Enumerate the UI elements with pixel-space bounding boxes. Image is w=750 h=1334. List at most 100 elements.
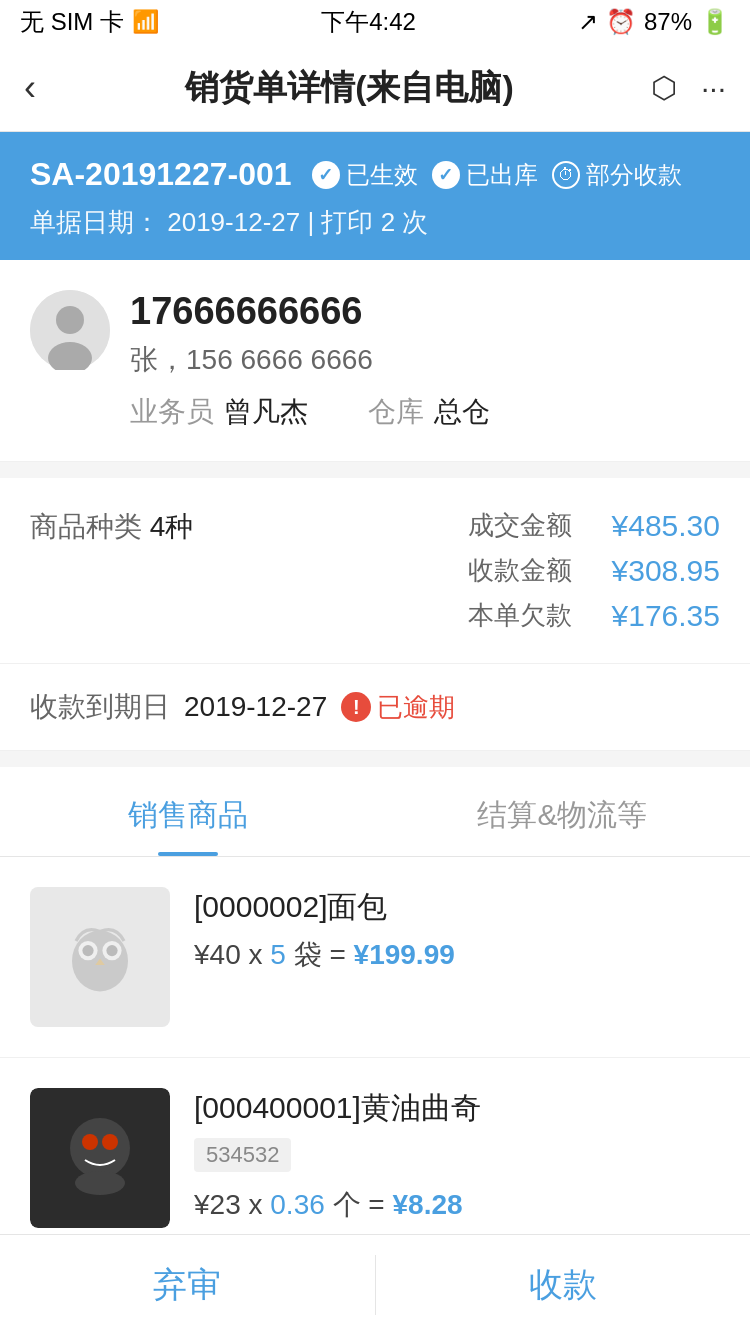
back-button[interactable]: ‹ [24, 70, 48, 106]
total-2: ¥8.28 [392, 1189, 462, 1220]
section-gap [0, 751, 750, 767]
print-unit: 次 [402, 207, 428, 237]
cancel-button[interactable]: 弃审 [0, 1235, 375, 1334]
product-sku-2: 534532 [194, 1138, 291, 1172]
list-item: [000400001]黄油曲奇 534532 ¥23 x 0.36 个 = ¥8… [0, 1058, 750, 1259]
tabs-row: 销售商品 结算&物流等 [0, 767, 750, 856]
battery-icon: 🔋 [700, 8, 730, 36]
category-label: 商品种类 [30, 511, 142, 542]
received-label: 收款金额 [468, 553, 572, 588]
customer-avatar [30, 290, 110, 370]
status-shipped-label: 已出库 [466, 159, 538, 191]
svg-point-6 [82, 945, 93, 956]
check-icon-shipped: ✓ [432, 161, 460, 189]
customer-section: 17666666666 张，156 6666 6666 业务员 曾凡杰 仓库 总… [0, 260, 750, 462]
status-bar: 无 SIM 卡 📶 下午4:42 ↗ ⏰ 87% 🔋 [0, 0, 750, 44]
unit-1: 袋 [294, 939, 322, 970]
tabs-section: 销售商品 结算&物流等 [0, 767, 750, 857]
status-tags: ✓ 已生效 ✓ 已出库 ⏱ 部分收款 [312, 159, 682, 191]
owed-value: ¥176.35 [612, 599, 720, 633]
banner-date: 单据日期： 2019-12-27 | 打印 2 次 [30, 205, 720, 240]
equals-1: = [329, 939, 353, 970]
customer-phone: 17666666666 [130, 290, 720, 333]
qty-1: 5 [270, 939, 286, 970]
product-info-2: [000400001]黄油曲奇 534532 ¥23 x 0.36 个 = ¥8… [194, 1088, 720, 1224]
list-item: 鱼+ [0000002]面包 ¥40 x 5 袋 = ¥199.99 [0, 857, 750, 1058]
svg-text:鱼+: 鱼+ [91, 979, 109, 991]
share-icon[interactable]: ⬡ [651, 70, 677, 105]
product-image-2 [30, 1088, 170, 1228]
due-section: 收款到期日 2019-12-27 ! 已逾期 [0, 664, 750, 751]
carrier-text: 无 SIM 卡 [20, 6, 124, 38]
confirm-button[interactable]: 收款 [376, 1235, 751, 1334]
unit-price-1: ¥40 [194, 939, 241, 970]
product-name-1: [0000002]面包 [194, 887, 720, 928]
clock-icon: ⏱ [552, 161, 580, 189]
order-date: 2019-12-27 [167, 207, 300, 237]
svg-point-12 [75, 1171, 125, 1195]
date-label: 单据日期： [30, 207, 160, 237]
more-icon[interactable]: ··· [701, 71, 726, 105]
page-title: 销货单详情(来自电脑) [48, 65, 651, 111]
product-price-1: ¥40 x 5 袋 = ¥199.99 [194, 936, 720, 974]
summary-section: 商品种类 4种 成交金额 ¥485.30 收款金额 ¥308.95 本单欠款 ¥… [0, 478, 750, 664]
deal-amount-label: 成交金额 [468, 508, 572, 543]
status-effective-label: 已生效 [346, 159, 418, 191]
svg-point-13 [82, 1134, 98, 1150]
print-label: 打印 [321, 207, 373, 237]
product-image-1: 鱼+ [30, 887, 170, 1027]
tab-sales[interactable]: 销售商品 [0, 767, 375, 856]
warehouse-label: 仓库 [368, 393, 424, 431]
received-value: ¥308.95 [612, 554, 720, 588]
summary-right: 成交金额 ¥485.30 收款金额 ¥308.95 本单欠款 ¥176.35 [468, 508, 720, 633]
wifi-icon: 📶 [132, 9, 159, 35]
location-icon: ↗ [578, 8, 598, 36]
status-time: 下午4:42 [321, 6, 416, 38]
battery-text: 87% [644, 8, 692, 36]
nav-bar: ‹ 销货单详情(来自电脑) ⬡ ··· [0, 44, 750, 132]
due-date: 2019-12-27 [184, 691, 327, 723]
status-left: 无 SIM 卡 📶 [20, 6, 159, 38]
alarm-icon: ⏰ [606, 8, 636, 36]
warehouse-value: 总仓 [434, 393, 490, 431]
tab-settlement[interactable]: 结算&物流等 [375, 767, 750, 856]
due-label: 收款到期日 [30, 688, 170, 726]
overdue-badge: ! 已逾期 [341, 690, 455, 725]
status-right: ↗ ⏰ 87% 🔋 [578, 8, 730, 36]
salesperson-value: 曾凡杰 [224, 393, 308, 431]
unit-price-2: ¥23 [194, 1189, 241, 1220]
status-partial: ⏱ 部分收款 [552, 159, 682, 191]
status-partial-label: 部分收款 [586, 159, 682, 191]
product-owl-image: 鱼+ [30, 887, 170, 1027]
category-count: 4种 [150, 511, 194, 542]
bottom-bar: 弃审 收款 [0, 1234, 750, 1334]
customer-info: 17666666666 张，156 6666 6666 业务员 曾凡杰 仓库 总… [130, 290, 720, 431]
order-number: SA-20191227-001 [30, 156, 292, 193]
multiply-1: x [249, 939, 271, 970]
product-image-svg [40, 1098, 160, 1218]
print-count: 2 [381, 207, 395, 237]
received-amount-row: 收款金额 ¥308.95 [468, 553, 720, 588]
separator: | [307, 207, 321, 237]
product-info-1: [0000002]面包 ¥40 x 5 袋 = ¥199.99 [194, 887, 720, 974]
overdue-text: 已逾期 [377, 690, 455, 725]
svg-point-11 [70, 1118, 130, 1178]
deal-amount-row: 成交金额 ¥485.30 [468, 508, 720, 543]
unit-2: 个 [333, 1189, 361, 1220]
owl-icon: 鱼+ [60, 917, 140, 997]
salesperson-label: 业务员 [130, 393, 214, 431]
product-price-2: ¥23 x 0.36 个 = ¥8.28 [194, 1186, 720, 1224]
salesperson-item: 业务员 曾凡杰 [130, 393, 308, 431]
products-section: 鱼+ [0000002]面包 ¥40 x 5 袋 = ¥199.99 [0, 857, 750, 1259]
nav-actions: ⬡ ··· [651, 70, 726, 105]
customer-name: 张，156 6666 6666 [130, 341, 720, 379]
customer-meta: 业务员 曾凡杰 仓库 总仓 [130, 393, 720, 431]
deal-amount-value: ¥485.30 [612, 509, 720, 543]
banner-top: SA-20191227-001 ✓ 已生效 ✓ 已出库 ⏱ 部分收款 [30, 156, 720, 193]
product-name-2: [000400001]黄油曲奇 [194, 1088, 720, 1129]
divider-1 [0, 462, 750, 478]
owed-label: 本单欠款 [468, 598, 572, 633]
overdue-icon: ! [341, 692, 371, 722]
svg-point-7 [106, 945, 117, 956]
warehouse-item: 仓库 总仓 [368, 393, 490, 431]
